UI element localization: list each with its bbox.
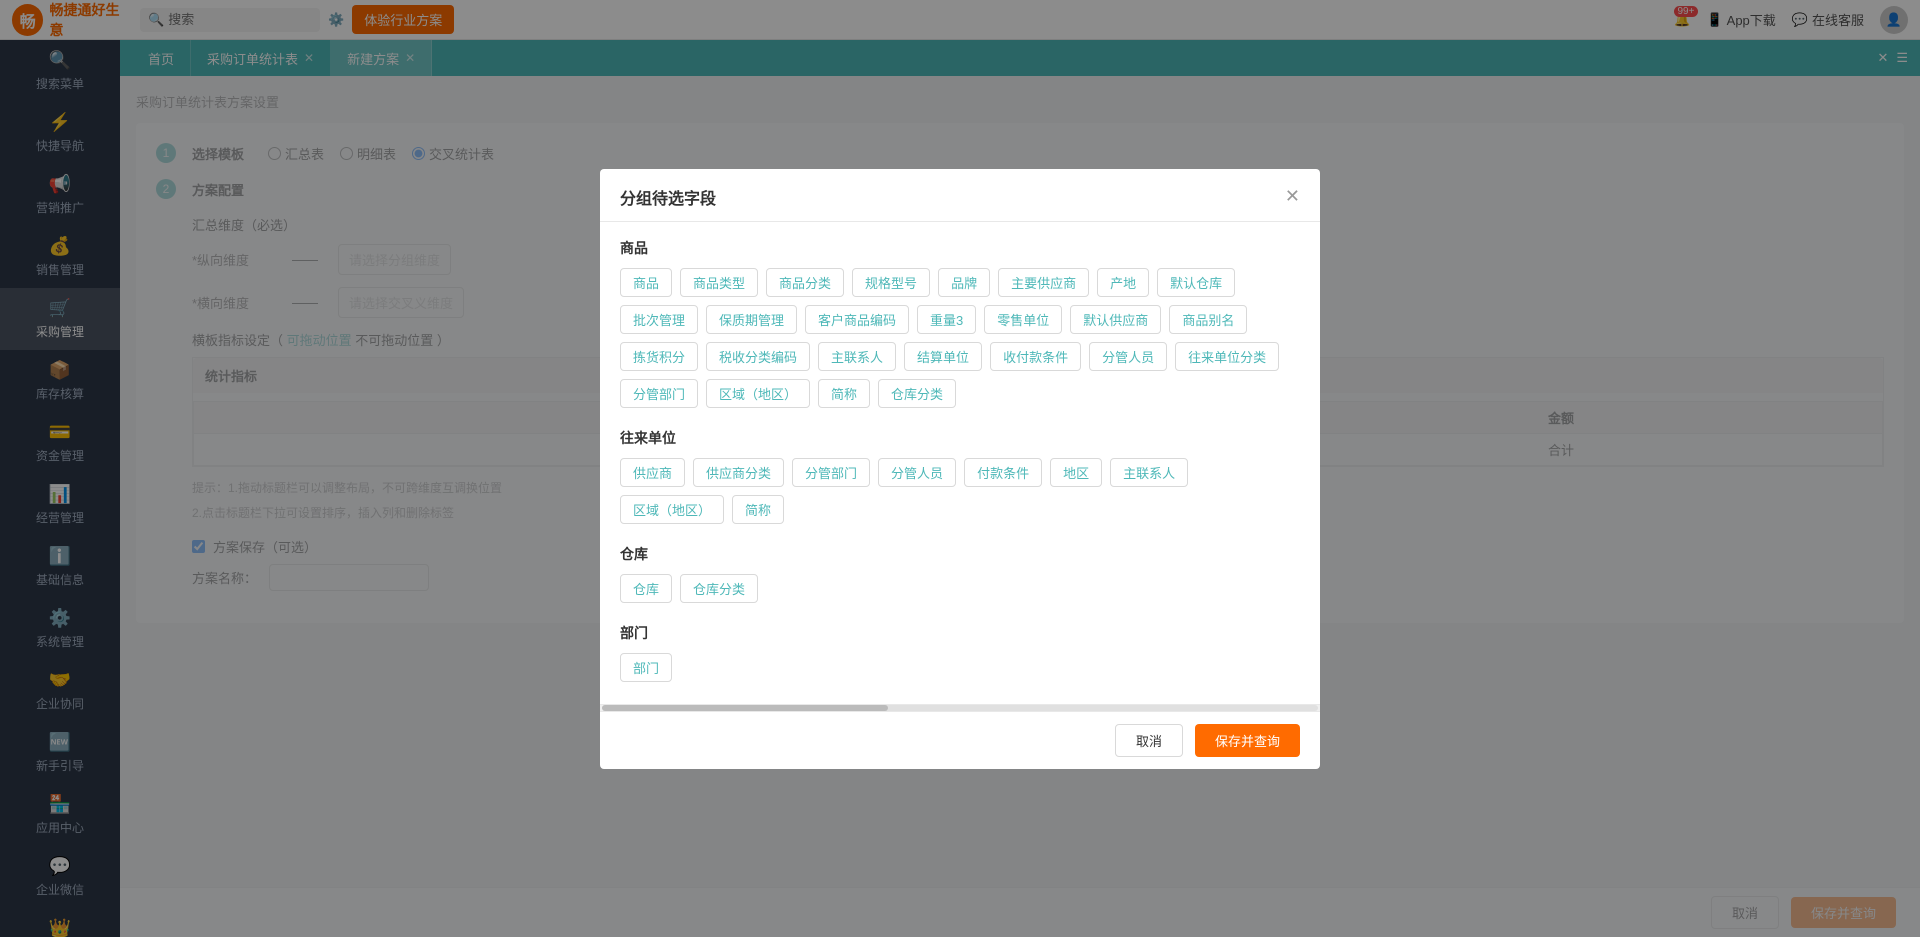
field-tag[interactable]: 零售单位: [984, 305, 1062, 334]
modal: 分组待选字段 ✕ 商品商品商品类型商品分类规格型号品牌主要供应商产地默认仓库批次…: [600, 169, 1320, 769]
field-tag[interactable]: 默认仓库: [1157, 268, 1235, 297]
field-tag[interactable]: 收付款条件: [990, 342, 1081, 371]
field-tag[interactable]: 品牌: [938, 268, 990, 297]
field-tag[interactable]: 分管部门: [620, 379, 698, 408]
field-tag[interactable]: 税收分类编码: [706, 342, 810, 371]
modal-title: 分组待选字段: [620, 185, 716, 209]
field-tag[interactable]: 仓库分类: [680, 574, 758, 603]
field-tag[interactable]: 拣货积分: [620, 342, 698, 371]
modal-footer: 取消 保存并查询: [600, 711, 1320, 769]
section-title-partner: 往来单位: [620, 428, 1300, 448]
field-tag[interactable]: 简称: [732, 495, 784, 524]
modal-close-button[interactable]: ✕: [1285, 186, 1300, 207]
field-tag[interactable]: 默认供应商: [1070, 305, 1161, 334]
section-title-goods: 商品: [620, 238, 1300, 258]
field-tag[interactable]: 商品别名: [1169, 305, 1247, 334]
modal-body: 商品商品商品类型商品分类规格型号品牌主要供应商产地默认仓库批次管理保质期管理客户…: [600, 222, 1320, 704]
field-tag[interactable]: 商品: [620, 268, 672, 297]
field-section-partner: 往来单位供应商供应商分类分管部门分管人员付款条件地区主联系人区域（地区） 简称: [620, 428, 1300, 524]
field-tag[interactable]: 产地: [1097, 268, 1149, 297]
modal-header: 分组待选字段 ✕: [600, 169, 1320, 222]
section-title-warehouse: 仓库: [620, 544, 1300, 564]
field-tag[interactable]: 部门: [620, 653, 672, 682]
field-tag[interactable]: 往来单位分类: [1175, 342, 1279, 371]
scrollbar-thumb: [602, 705, 888, 711]
field-tag[interactable]: 主要供应商: [998, 268, 1089, 297]
field-tag[interactable]: 仓库: [620, 574, 672, 603]
field-section-department: 部门部门: [620, 623, 1300, 682]
field-tag[interactable]: 区域（地区）: [620, 495, 724, 524]
field-tag[interactable]: 分管人员: [878, 458, 956, 487]
field-tag[interactable]: 重量3: [917, 305, 976, 334]
field-tags-partner: 供应商供应商分类分管部门分管人员付款条件地区主联系人区域（地区） 简称: [620, 458, 1300, 524]
scrollbar-track: [602, 705, 1318, 711]
field-tag[interactable]: 供应商分类: [693, 458, 784, 487]
field-tag[interactable]: 分管人员: [1089, 342, 1167, 371]
field-tag[interactable]: 结算单位: [904, 342, 982, 371]
field-tags-warehouse: 仓库仓库分类: [620, 574, 1300, 603]
field-tag[interactable]: 区域（地区）: [706, 379, 810, 408]
field-tag[interactable]: 商品分类: [766, 268, 844, 297]
field-tag[interactable]: 主联系人: [818, 342, 896, 371]
field-tag[interactable]: 商品类型: [680, 268, 758, 297]
field-tag[interactable]: 分管部门: [792, 458, 870, 487]
cancel-button[interactable]: 取消: [1115, 724, 1183, 757]
field-tag[interactable]: 规格型号: [852, 268, 930, 297]
field-tags-goods: 商品商品类型商品分类规格型号品牌主要供应商产地默认仓库批次管理保质期管理客户商品…: [620, 268, 1300, 408]
field-tag[interactable]: 供应商: [620, 458, 685, 487]
field-section-goods: 商品商品商品类型商品分类规格型号品牌主要供应商产地默认仓库批次管理保质期管理客户…: [620, 238, 1300, 408]
field-tag[interactable]: 简称: [818, 379, 870, 408]
modal-scrollbar[interactable]: [600, 704, 1320, 711]
field-tag[interactable]: 主联系人: [1110, 458, 1188, 487]
field-tag[interactable]: 批次管理: [620, 305, 698, 334]
confirm-button[interactable]: 保存并查询: [1195, 724, 1300, 757]
field-section-warehouse: 仓库仓库仓库分类: [620, 544, 1300, 603]
section-title-department: 部门: [620, 623, 1300, 643]
modal-overlay[interactable]: 分组待选字段 ✕ 商品商品商品类型商品分类规格型号品牌主要供应商产地默认仓库批次…: [0, 0, 1920, 937]
field-tag[interactable]: 仓库分类: [878, 379, 956, 408]
field-tag[interactable]: 地区: [1050, 458, 1102, 487]
field-tag[interactable]: 保质期管理: [706, 305, 797, 334]
field-tag[interactable]: 付款条件: [964, 458, 1042, 487]
field-tags-department: 部门: [620, 653, 1300, 682]
field-tag[interactable]: 客户商品编码: [805, 305, 909, 334]
